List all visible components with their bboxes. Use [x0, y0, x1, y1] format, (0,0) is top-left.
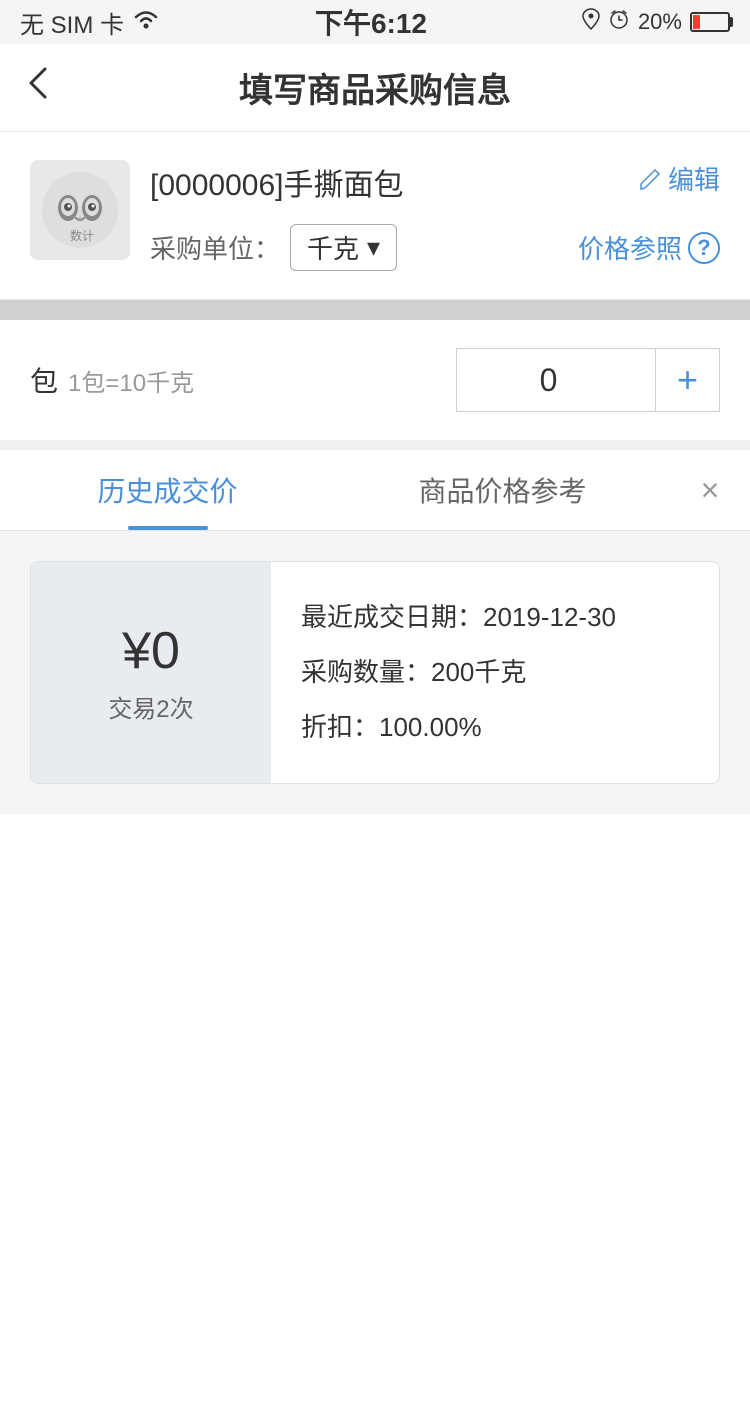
history-details: 最近成交日期：2019-12-30 采购数量：200千克 折扣：100.00%: [271, 562, 719, 783]
svg-text:数计: 数计: [70, 228, 94, 243]
battery-percent: 20%: [638, 9, 682, 35]
status-right: 20%: [582, 8, 730, 36]
quantity-control: +: [456, 348, 720, 412]
location-icon: [582, 8, 600, 36]
dropdown-arrow-icon: ▾: [367, 232, 380, 263]
tab-product-price-reference[interactable]: 商品价格参考: [335, 450, 670, 530]
status-time: 下午6:12: [315, 2, 427, 42]
detail-discount: 折扣：100.00%: [301, 708, 689, 747]
quantity-plus-button[interactable]: +: [656, 348, 720, 412]
quantity-row: 包 1包=10千克 +: [0, 320, 750, 450]
unit-package-label: 包: [30, 360, 58, 400]
product-name: [0000006]手撕面包: [150, 160, 403, 204]
tab-history-price[interactable]: 历史成交价: [0, 450, 335, 530]
detail-quantity: 采购数量：200千克: [301, 653, 689, 692]
history-price-section: ¥0 交易2次: [31, 562, 271, 783]
battery-icon: [690, 12, 730, 32]
bottom-space: [0, 814, 750, 1414]
unit-selector[interactable]: 千克 ▾: [290, 224, 397, 271]
wifi-icon: [132, 8, 160, 36]
product-image: 数计: [30, 160, 130, 260]
status-bar: 无 SIM 卡 下午6:12 20: [0, 0, 750, 44]
nav-bar: 填写商品采购信息: [0, 44, 750, 132]
transaction-count: 交易2次: [108, 689, 193, 724]
detail-date: 最近成交日期：2019-12-30: [301, 598, 689, 637]
product-info: [0000006]手撕面包 编辑 采购单位： 千克 ▾ 价格: [150, 160, 720, 271]
alarm-icon: [608, 8, 630, 36]
history-section: ¥0 交易2次 最近成交日期：2019-12-30 采购数量：200千克 折扣：…: [0, 531, 750, 814]
price-reference-button[interactable]: 价格参照 ?: [578, 229, 720, 266]
history-price-value: ¥0: [122, 621, 180, 681]
back-button[interactable]: [28, 66, 48, 109]
unit-conversion-text: 1包=10千克: [68, 363, 194, 398]
close-icon: ×: [701, 472, 720, 509]
page-title: 填写商品采购信息: [239, 63, 511, 112]
help-icon: ?: [688, 232, 720, 264]
carrier-text: 无 SIM 卡: [20, 5, 124, 40]
product-card: 数计 [0000006]手撕面包 编辑 采购单位： 千克 ▾: [0, 132, 750, 300]
edit-button[interactable]: 编辑: [638, 160, 720, 197]
quantity-label: 包 1包=10千克: [30, 360, 194, 400]
tabs-container: 历史成交价 商品价格参考 ×: [0, 450, 750, 531]
history-card: ¥0 交易2次 最近成交日期：2019-12-30 采购数量：200千克 折扣：…: [30, 561, 720, 784]
purchase-unit-label: 采购单位：: [150, 229, 280, 266]
gray-divider: [0, 300, 750, 320]
close-button[interactable]: ×: [670, 450, 750, 530]
quantity-input[interactable]: [456, 348, 656, 412]
status-left: 无 SIM 卡: [20, 5, 160, 40]
